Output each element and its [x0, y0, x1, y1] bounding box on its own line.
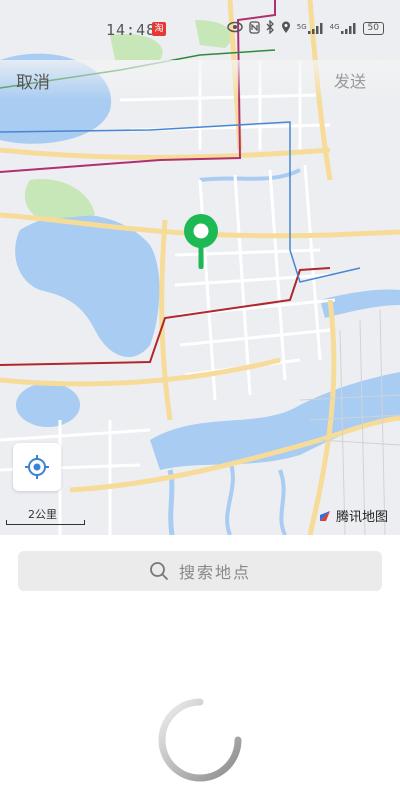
location-status-icon — [281, 21, 291, 37]
status-icons: 5G 4G 50 — [227, 19, 384, 37]
scale-bar — [6, 520, 85, 525]
map-provider-label: 腾讯地图 — [335, 510, 388, 525]
eye-icon — [227, 21, 243, 36]
bluetooth-icon — [266, 19, 275, 37]
signal-5g-icon: 5G — [297, 23, 324, 34]
search-placeholder: 搜索地点 — [178, 563, 251, 582]
status-time: 14:48 — [106, 21, 157, 39]
send-button[interactable]: 发送 — [334, 68, 366, 92]
crosshair-icon — [25, 455, 49, 479]
search-bar[interactable]: 搜索地点 — [18, 551, 382, 591]
nfc-icon — [249, 20, 260, 37]
search-icon — [150, 562, 169, 581]
map-view[interactable]: 14:48 淘 5G 4G 50 取消 发送 2公里 腾讯地图 — [0, 0, 400, 535]
battery-icon: 50 — [362, 22, 384, 35]
cancel-button[interactable]: 取消 — [16, 68, 50, 93]
network-label-2: 4G — [329, 23, 340, 31]
locate-me-button[interactable] — [13, 443, 61, 491]
battery-level: 50 — [367, 23, 379, 33]
loading-spinner-icon — [158, 698, 242, 782]
notification-badge: 淘 — [152, 22, 166, 36]
signal-4g-icon: 4G — [330, 23, 357, 34]
compass-logo-icon — [319, 510, 330, 521]
status-bar: 14:48 淘 5G 4G 50 — [0, 0, 400, 60]
map-scale: 2公里 — [6, 506, 85, 526]
location-pin-icon — [183, 213, 219, 275]
network-label-1: 5G — [296, 23, 307, 31]
lake-small — [16, 383, 80, 427]
map-provider-logo: 腾讯地图 — [318, 506, 388, 525]
